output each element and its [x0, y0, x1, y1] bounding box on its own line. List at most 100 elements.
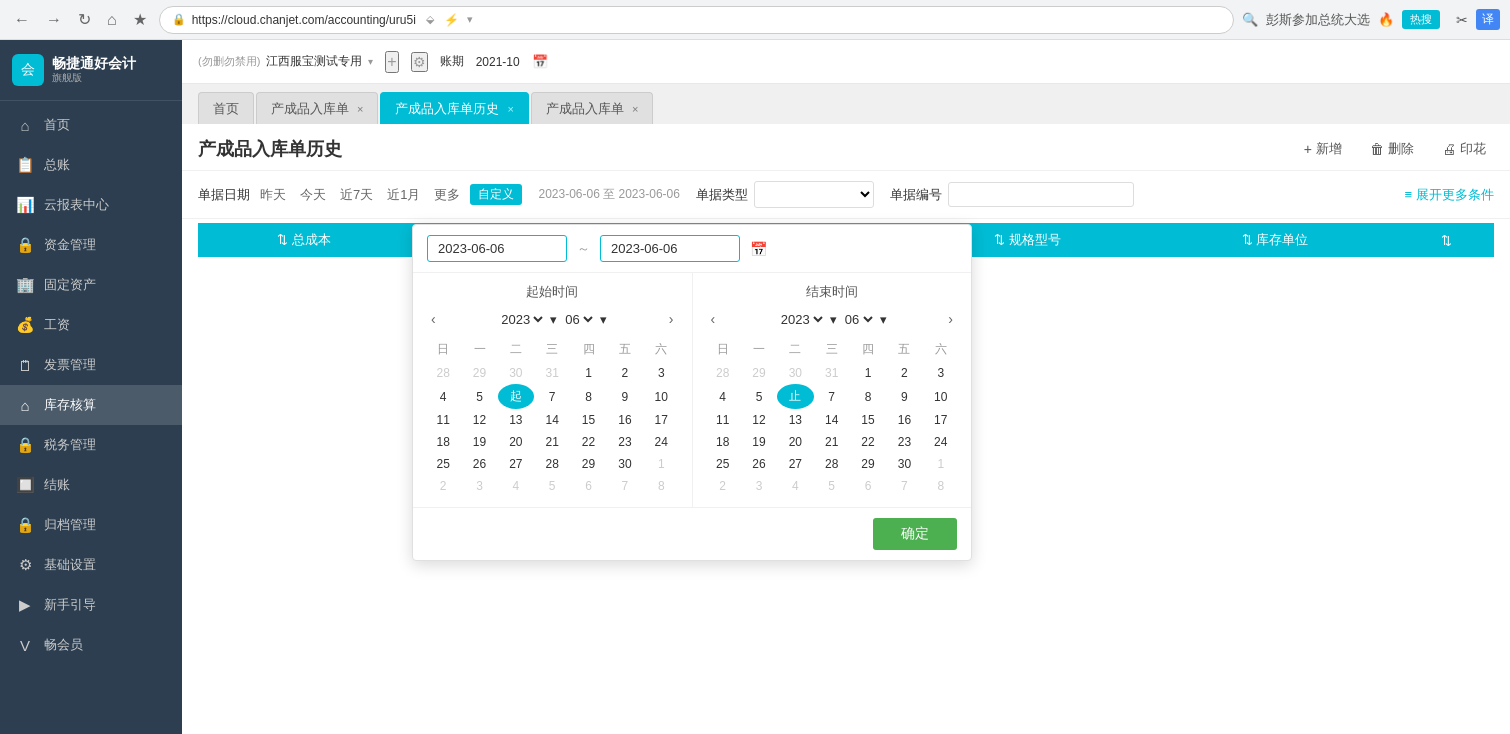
end-day[interactable]: 16 [886, 409, 922, 431]
start-day[interactable]: 29 [570, 453, 606, 475]
end-selected-day[interactable]: 止 [777, 384, 813, 409]
sidebar-item-home[interactable]: ⌂ 首页 [0, 105, 182, 145]
sidebar-item-tax[interactable]: 🔒 税务管理 [0, 425, 182, 465]
expand-conditions-btn[interactable]: ≡ 展开更多条件 [1404, 186, 1494, 204]
end-day[interactable]: 17 [923, 409, 959, 431]
sidebar-item-invoice[interactable]: 🗒 发票管理 [0, 345, 182, 385]
end-day[interactable]: 2 [705, 475, 741, 497]
end-day[interactable]: 12 [741, 409, 777, 431]
custom-btn[interactable]: 自定义 [470, 184, 522, 205]
end-day[interactable]: 3 [923, 362, 959, 384]
end-month-select[interactable]: 06 [841, 311, 876, 328]
sidebar-item-settings[interactable]: ⚙ 基础设置 [0, 545, 182, 585]
tab-inbound-history-close[interactable]: × [507, 103, 513, 115]
end-year-select[interactable]: 2023 [777, 311, 826, 328]
end-day[interactable]: 5 [741, 384, 777, 409]
start-day[interactable]: 20 [498, 431, 534, 453]
sidebar-item-asset[interactable]: 🏢 固定资产 [0, 265, 182, 305]
end-day[interactable]: 30 [886, 453, 922, 475]
start-day[interactable]: 10 [643, 384, 679, 409]
start-day[interactable]: 31 [534, 362, 570, 384]
start-day[interactable]: 30 [498, 362, 534, 384]
last1m-btn[interactable]: 近1月 [383, 184, 424, 206]
end-day[interactable]: 22 [850, 431, 886, 453]
start-day[interactable]: 15 [570, 409, 606, 431]
tab-home[interactable]: 首页 [198, 92, 254, 124]
add-button[interactable]: + 新增 [1296, 136, 1350, 162]
start-prev-btn[interactable]: ‹ [425, 309, 442, 329]
start-day[interactable]: 30 [607, 453, 643, 475]
start-day[interactable]: 6 [570, 475, 606, 497]
end-day[interactable]: 4 [777, 475, 813, 497]
start-day[interactable]: 26 [461, 453, 497, 475]
print-button[interactable]: 🖨 印花 [1434, 136, 1494, 162]
bookmark-button[interactable]: ★ [129, 6, 151, 33]
more-btn[interactable]: 更多 [430, 184, 464, 206]
tab-inbound-list[interactable]: 产成品入库单 × [256, 92, 378, 124]
add-company-button[interactable]: + [385, 51, 398, 73]
today-btn[interactable]: 今天 [296, 184, 330, 206]
start-day[interactable]: 5 [461, 384, 497, 409]
end-day[interactable]: 18 [705, 431, 741, 453]
forward-button[interactable]: → [42, 7, 66, 33]
refresh-button[interactable]: ↻ [74, 6, 95, 33]
end-day[interactable]: 5 [814, 475, 850, 497]
end-day[interactable]: 1 [850, 362, 886, 384]
sidebar-item-archive[interactable]: 🔒 归档管理 [0, 505, 182, 545]
url-bar[interactable]: 🔒 https://cloud.chanjet.com/accounting/u… [159, 6, 1234, 34]
start-day[interactable]: 29 [461, 362, 497, 384]
tab-inbound-new[interactable]: 产成品入库单 × [531, 92, 653, 124]
end-next-btn[interactable]: › [942, 309, 959, 329]
start-day[interactable]: 11 [425, 409, 461, 431]
end-day[interactable]: 13 [777, 409, 813, 431]
start-day[interactable]: 28 [534, 453, 570, 475]
end-day[interactable]: 21 [814, 431, 850, 453]
start-day[interactable]: 3 [461, 475, 497, 497]
end-day[interactable]: 31 [814, 362, 850, 384]
delete-button[interactable]: 🗑 删除 [1362, 136, 1422, 162]
end-day[interactable]: 29 [850, 453, 886, 475]
sidebar-item-fund[interactable]: 🔒 资金管理 [0, 225, 182, 265]
last7-btn[interactable]: 近7天 [336, 184, 377, 206]
start-day[interactable]: 1 [643, 453, 679, 475]
start-day[interactable]: 21 [534, 431, 570, 453]
start-day[interactable]: 5 [534, 475, 570, 497]
end-day[interactable]: 10 [923, 384, 959, 409]
end-day[interactable]: 1 [923, 453, 959, 475]
start-day[interactable]: 2 [607, 362, 643, 384]
end-day[interactable]: 15 [850, 409, 886, 431]
sidebar-item-inventory[interactable]: ⌂ 库存核算 [0, 385, 182, 425]
end-day[interactable]: 27 [777, 453, 813, 475]
confirm-button[interactable]: 确定 [873, 518, 957, 550]
start-day[interactable]: 4 [498, 475, 534, 497]
start-day[interactable]: 24 [643, 431, 679, 453]
end-day[interactable]: 11 [705, 409, 741, 431]
yesterday-btn[interactable]: 昨天 [256, 184, 290, 206]
start-day[interactable]: 16 [607, 409, 643, 431]
start-day[interactable]: 18 [425, 431, 461, 453]
start-day[interactable]: 9 [607, 384, 643, 409]
end-day[interactable]: 8 [923, 475, 959, 497]
start-day[interactable]: 8 [570, 384, 606, 409]
start-day[interactable]: 27 [498, 453, 534, 475]
start-day[interactable]: 2 [425, 475, 461, 497]
home-button[interactable]: ⌂ [103, 7, 121, 33]
end-day[interactable]: 28 [814, 453, 850, 475]
end-date-input[interactable] [600, 235, 740, 262]
start-selected-day[interactable]: 起 [498, 384, 534, 409]
tab-inbound-list-close[interactable]: × [357, 103, 363, 115]
end-day[interactable]: 25 [705, 453, 741, 475]
end-day[interactable]: 7 [886, 475, 922, 497]
end-day[interactable]: 20 [777, 431, 813, 453]
end-day[interactable]: 2 [886, 362, 922, 384]
end-day[interactable]: 28 [705, 362, 741, 384]
start-day[interactable]: 1 [570, 362, 606, 384]
tab-inbound-history[interactable]: 产成品入库单历史 × [380, 92, 528, 124]
start-day[interactable]: 25 [425, 453, 461, 475]
end-day[interactable]: 6 [850, 475, 886, 497]
date-picker-calendar-icon[interactable]: 📅 [750, 241, 767, 257]
sidebar-item-settle[interactable]: 🔲 结账 [0, 465, 182, 505]
end-day[interactable]: 24 [923, 431, 959, 453]
sidebar-item-member[interactable]: V 畅会员 [0, 625, 182, 665]
company-settings-button[interactable]: ⚙ [411, 52, 428, 72]
